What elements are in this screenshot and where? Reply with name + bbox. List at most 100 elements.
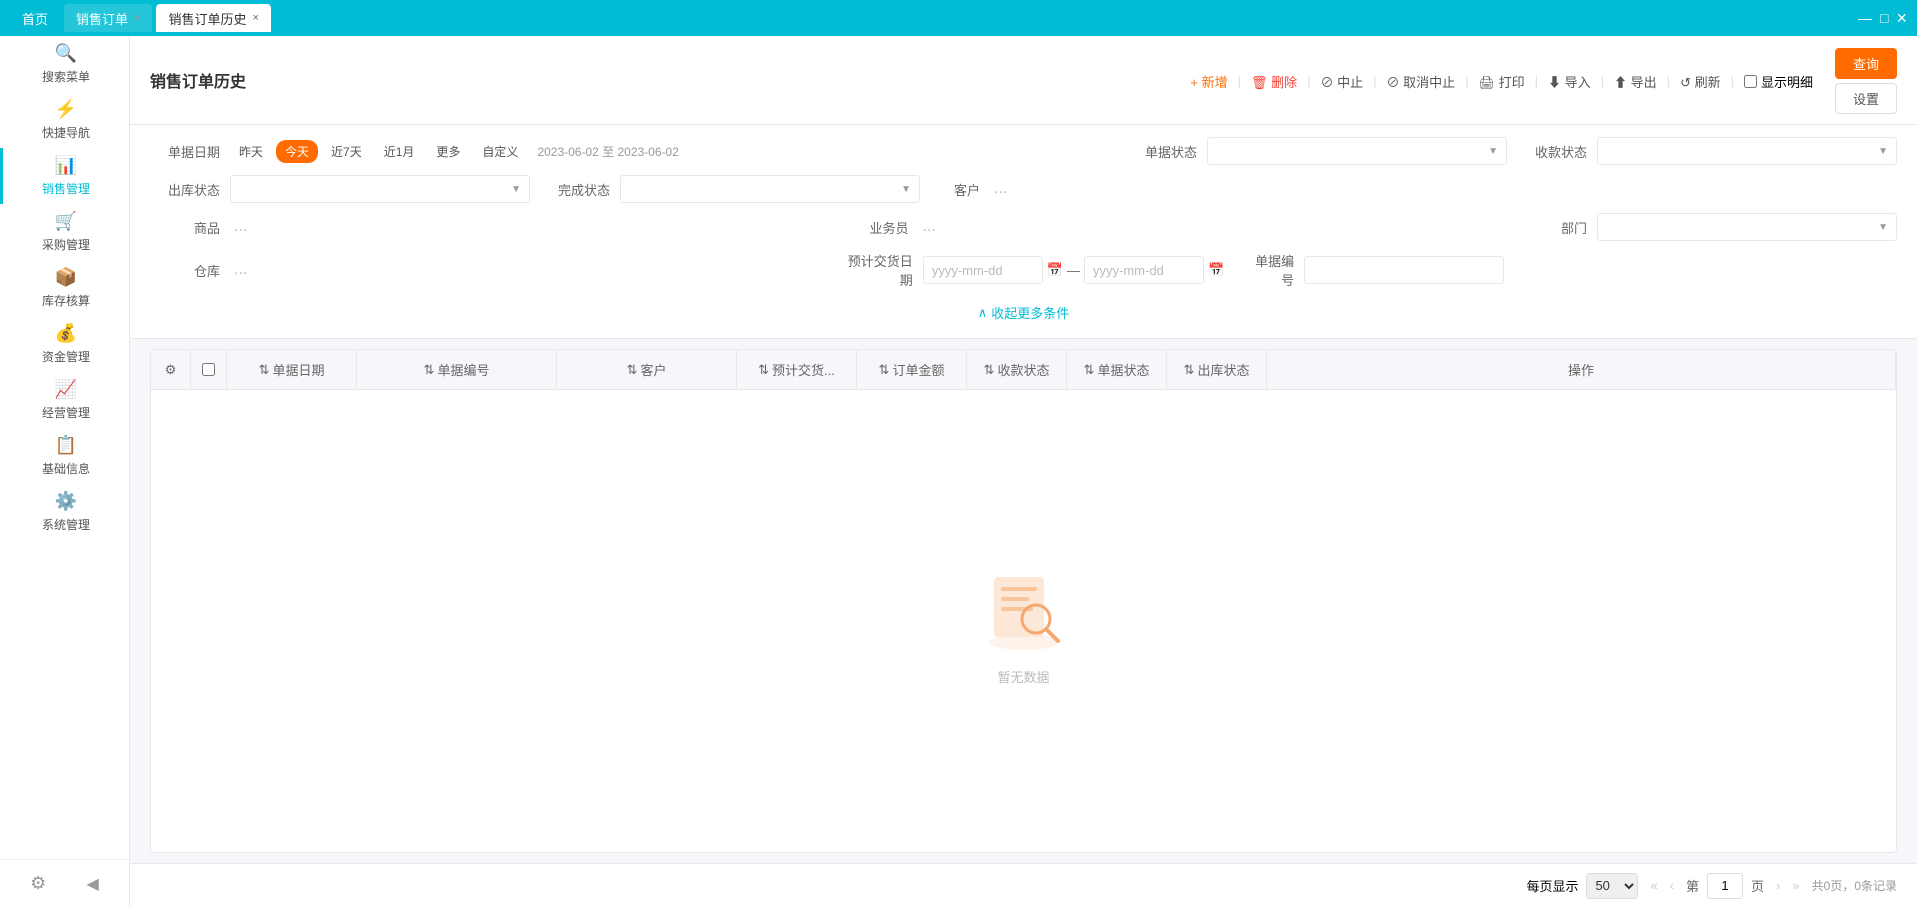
sidebar-item-stock-calc[interactable]: 📦 库存核算 (0, 260, 129, 316)
settings-button[interactable]: 设置 (1835, 83, 1897, 114)
delete-button[interactable]: 🗑 删除 (1251, 72, 1297, 91)
customer-ellipsis[interactable]: ... (994, 180, 1007, 198)
payment-status-label: 收款状态 (1527, 142, 1597, 161)
th-delivery-icon: ⇅ (758, 362, 769, 378)
sidebar-item-sales-mgmt[interactable]: 📊 销售管理 (0, 148, 129, 204)
calendar-from-icon[interactable]: 📅 (1047, 262, 1063, 278)
th-date[interactable]: ⇅ 单据日期 (227, 350, 357, 389)
empty-svg (964, 557, 1084, 657)
next-page-btn[interactable]: › (1772, 876, 1784, 895)
sidebar-item-sys-mgmt[interactable]: ⚙️ 系统管理 (0, 484, 129, 540)
warehouse-label: 仓库 (150, 261, 230, 280)
salesperson-ellipsis[interactable]: ... (923, 218, 936, 236)
new-button[interactable]: + 新增 (1190, 72, 1227, 91)
stop-button[interactable]: ⊘ 中止 (1320, 72, 1363, 91)
date-btn-custom[interactable]: 自定义 (473, 140, 527, 163)
close-window-btn[interactable]: × (1896, 8, 1907, 29)
warehouse-ellipsis[interactable]: ... (234, 261, 247, 279)
total-info: 共0页，0条记录 (1812, 877, 1897, 894)
sidebar-item-biz-mgmt[interactable]: 📈 经营管理 (0, 372, 129, 428)
page-size-label: 每页显示 (1526, 876, 1578, 895)
settings-icon: ⚙ (165, 362, 177, 378)
query-button[interactable]: 查询 (1835, 48, 1897, 79)
th-amount-label: 订单金额 (892, 360, 944, 379)
toolbar: + 新增 | 🗑 删除 | ⊘ 中止 | ⊘ 取消中止 | 🖨 打印 | ⬇ 导… (1190, 48, 1897, 124)
import-button[interactable]: ⬇ 导入 (1548, 72, 1591, 91)
sidebar-item-quick-nav[interactable]: ⚡ 快捷导航 (0, 92, 129, 148)
delivery-date-from[interactable]: yyyy-mm-dd (923, 256, 1043, 284)
th-customer-label: 客户 (640, 360, 666, 379)
bill-no-input[interactable] (1304, 256, 1504, 284)
th-out-status[interactable]: ⇅ 出库状态 (1167, 350, 1267, 389)
filter-row-1: 单据日期 昨天 今天 近7天 近1月 更多 自定义 2023-06-02 至 2… (150, 137, 1897, 165)
out-status-label: 出库状态 (150, 180, 230, 199)
th-no[interactable]: ⇅ 单据编号 (357, 350, 557, 389)
tab-home[interactable]: 首页 (10, 4, 60, 32)
sidebar-item-sys-mgmt-label: 系统管理 (42, 516, 90, 533)
collapse-up-icon: ∧ (978, 305, 988, 321)
last-page-btn[interactable]: » (1788, 876, 1803, 895)
filter-row-2: 出库状态 ▼ 完成状态 ▼ 客户 ... (150, 175, 1897, 203)
out-status-select[interactable]: ▼ (230, 175, 530, 203)
bill-status-select[interactable]: ▼ (1207, 137, 1507, 165)
table-container: ⚙ ⇅ 单据日期 ⇅ 单据编号 ⇅ 客户 (150, 349, 1897, 853)
page-label: 第 (1682, 874, 1703, 897)
tab-sales-order-close[interactable]: × (134, 12, 140, 24)
filter-date-control: 昨天 今天 近7天 近1月 更多 自定义 2023-06-02 至 2023-0… (230, 140, 1137, 163)
sidebar-item-stock-calc-label: 库存核算 (42, 292, 90, 309)
first-page-btn[interactable]: « (1646, 876, 1661, 895)
sidebar-item-purchase-mgmt[interactable]: 🛒 采购管理 (0, 204, 129, 260)
sidebar-collapse-icon[interactable]: ◀ (87, 874, 99, 894)
select-all-checkbox[interactable] (202, 363, 215, 376)
th-status-icon: ⇅ (1084, 362, 1095, 378)
page-unit: 页 (1747, 874, 1768, 897)
filter-row-3: 商品 ... 业务员 ... 部门 ▼ (150, 213, 1897, 241)
th-status[interactable]: ⇅ 单据状态 (1067, 350, 1167, 389)
date-btn-1month[interactable]: 近1月 (375, 140, 424, 163)
collapse-bar[interactable]: ∧ 收起更多条件 (150, 299, 1897, 326)
date-btn-7days[interactable]: 近7天 (322, 140, 371, 163)
prev-page-btn[interactable]: ‹ (1666, 876, 1678, 895)
show-detail-checkbox[interactable] (1744, 75, 1757, 88)
th-payment[interactable]: ⇅ 收款状态 (967, 350, 1067, 389)
filter-area: 单据日期 昨天 今天 近7天 近1月 更多 自定义 2023-06-02 至 2… (130, 125, 1917, 339)
department-select[interactable]: ▼ (1597, 213, 1897, 241)
department-arrow: ▼ (1878, 222, 1888, 233)
biz-mgmt-icon: 📈 (55, 379, 77, 400)
sidebar-item-base-info[interactable]: 📋 基础信息 (0, 428, 129, 484)
table-header: ⚙ ⇅ 单据日期 ⇅ 单据编号 ⇅ 客户 (151, 350, 1896, 390)
tab-sales-order-history-close[interactable]: × (252, 12, 258, 24)
delivery-date-label: 预计交货日期 (843, 251, 923, 289)
cancel-stop-button[interactable]: ⊘ 取消中止 (1387, 72, 1456, 91)
th-amount[interactable]: ⇅ 订单金额 (857, 350, 967, 389)
maximize-btn[interactable]: □ (1880, 10, 1888, 26)
sidebar-item-fund-mgmt[interactable]: 💰 资金管理 (0, 316, 129, 372)
date-btn-yesterday[interactable]: 昨天 (230, 140, 272, 163)
th-settings[interactable]: ⚙ (151, 350, 191, 389)
th-delivery[interactable]: ⇅ 预计交货... (737, 350, 857, 389)
th-date-label: 单据日期 (272, 360, 324, 379)
th-check[interactable] (191, 350, 227, 389)
date-btn-more[interactable]: 更多 (427, 140, 469, 163)
page-size-select[interactable]: 50 10 20 100 (1586, 873, 1638, 899)
pagination: 每页显示 50 10 20 100 « ‹ 第 页 › » 共0页，0条记录 (130, 863, 1917, 907)
complete-status-select[interactable]: ▼ (620, 175, 920, 203)
page-input[interactable] (1707, 873, 1743, 899)
payment-status-select[interactable]: ▼ (1597, 137, 1897, 165)
sidebar-settings-icon[interactable]: ⚙ (30, 873, 46, 894)
sidebar-item-search-menu[interactable]: 🔍 搜索菜单 (0, 36, 129, 92)
date-btn-today[interactable]: 今天 (276, 140, 318, 163)
th-no-icon: ⇅ (424, 362, 435, 378)
product-ellipsis[interactable]: ... (234, 218, 247, 236)
print-button[interactable]: 🖨 打印 (1479, 72, 1525, 91)
tab-sales-order-history-label: 销售订单历史 (168, 9, 246, 28)
minimize-btn[interactable]: — (1858, 10, 1872, 26)
delivery-date-to[interactable]: yyyy-mm-dd (1084, 256, 1204, 284)
tab-sales-order-history[interactable]: 销售订单历史 × (156, 4, 270, 32)
th-payment-icon: ⇅ (984, 362, 995, 378)
calendar-to-icon[interactable]: 📅 (1208, 262, 1224, 278)
export-button[interactable]: ⬆ 导出 (1614, 72, 1657, 91)
refresh-button[interactable]: ↺ 刷新 (1680, 72, 1721, 91)
th-customer[interactable]: ⇅ 客户 (557, 350, 737, 389)
tab-sales-order[interactable]: 销售订单 × (64, 4, 152, 32)
